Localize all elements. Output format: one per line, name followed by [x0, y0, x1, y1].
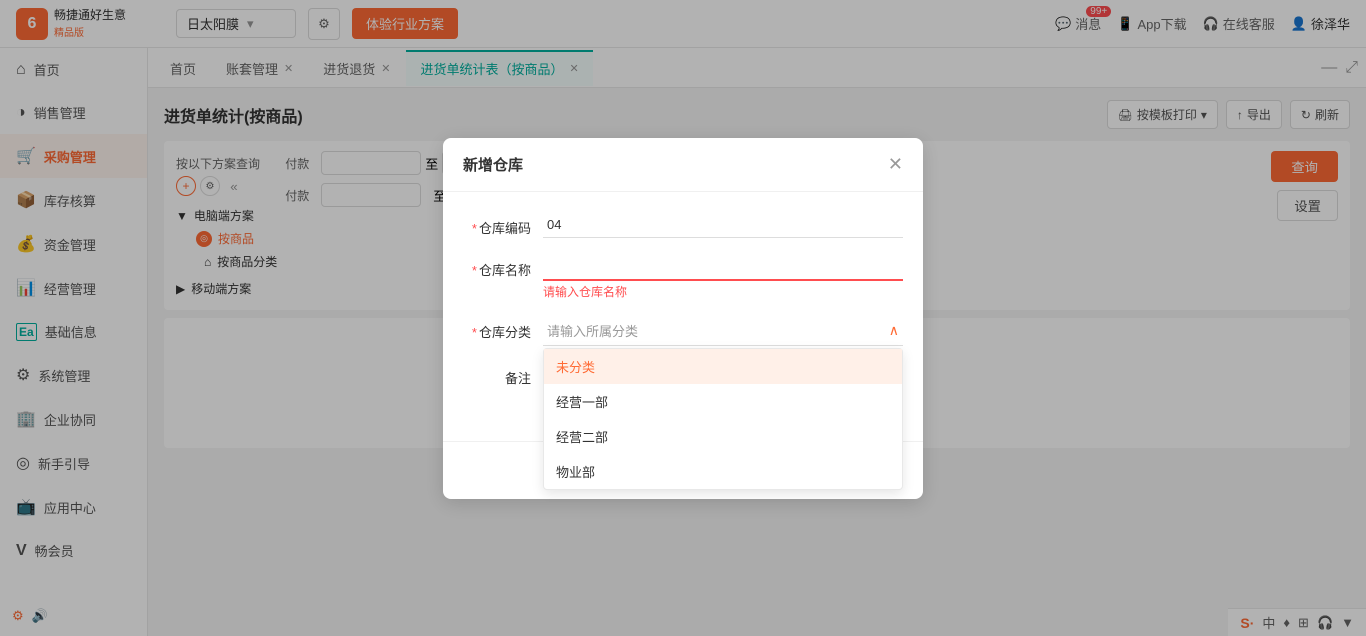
name-field: 请输入仓库名称: [543, 254, 903, 300]
name-input[interactable]: [543, 254, 903, 281]
code-field: [543, 212, 903, 238]
category-dropdown[interactable]: 请输入所属分类 ∧: [543, 316, 903, 346]
code-input[interactable]: [543, 212, 903, 238]
category-label: 仓库分类: [463, 316, 543, 341]
new-warehouse-modal: 新增仓库 ✕ 仓库编码 仓库名称 请输入仓库名称 仓库分: [443, 138, 923, 499]
category-arrow-icon: ∧: [889, 322, 899, 339]
dropdown-item-1[interactable]: 经营一部: [544, 384, 902, 419]
form-row-name: 仓库名称 请输入仓库名称: [463, 254, 903, 300]
name-error-text: 请输入仓库名称: [543, 283, 903, 300]
form-row-category: 仓库分类 请输入所属分类 ∧ 未分类 经营一部: [463, 316, 903, 346]
modal-body: 仓库编码 仓库名称 请输入仓库名称 仓库分类 请输入所属分类: [443, 192, 923, 441]
modal-close-button[interactable]: ✕: [888, 154, 903, 175]
dropdown-item-3[interactable]: 物业部: [544, 454, 902, 489]
form-row-code: 仓库编码: [463, 212, 903, 238]
category-dropdown-list: 未分类 经营一部 经营二部 物业部: [543, 348, 903, 490]
category-field[interactable]: 请输入所属分类 ∧ 未分类 经营一部 经营二部: [543, 316, 903, 346]
modal-header: 新增仓库 ✕: [443, 138, 923, 192]
modal-title: 新增仓库: [463, 154, 523, 175]
code-label: 仓库编码: [463, 212, 543, 237]
modal-backdrop[interactable]: 新增仓库 ✕ 仓库编码 仓库名称 请输入仓库名称 仓库分: [0, 0, 1366, 636]
note-label: 备注: [463, 362, 543, 387]
dropdown-item-2[interactable]: 经营二部: [544, 419, 902, 454]
name-label: 仓库名称: [463, 254, 543, 279]
dropdown-item-0[interactable]: 未分类: [544, 349, 902, 384]
